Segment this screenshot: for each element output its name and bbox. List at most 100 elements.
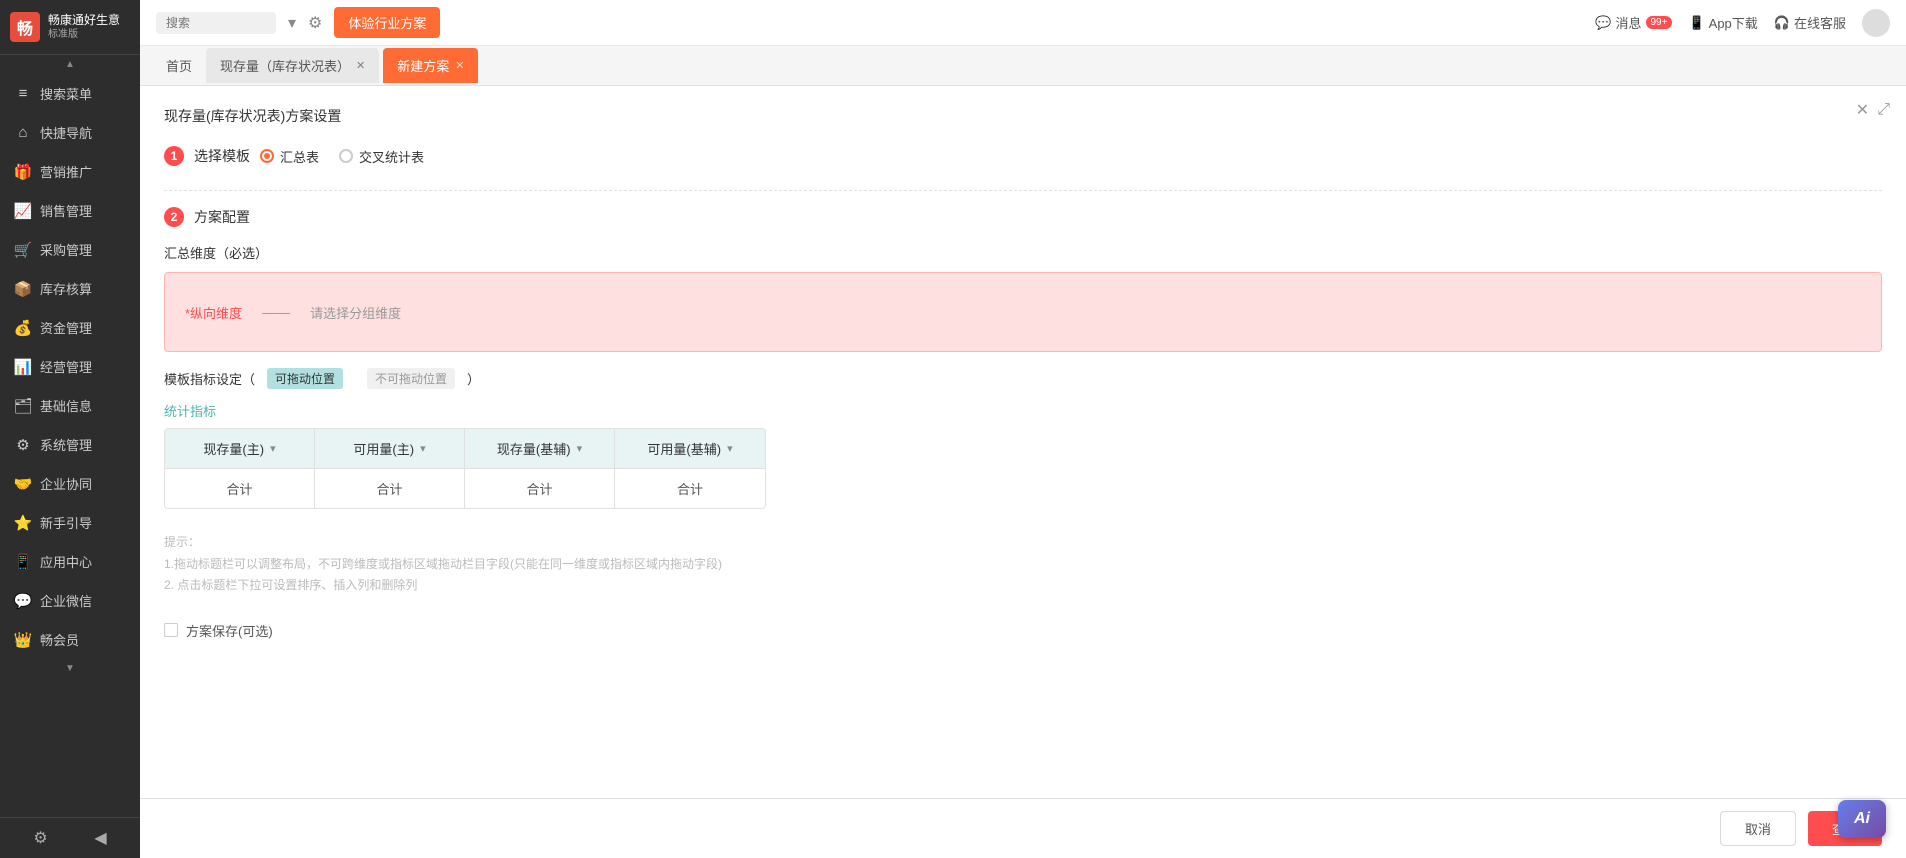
enterprise-icon: 🤝 xyxy=(14,475,32,493)
purchase-icon: 🛒 xyxy=(14,241,32,259)
system-icon: ⚙ xyxy=(14,436,32,454)
sidebar-item-marketing[interactable]: 🎁 营销推广 xyxy=(0,152,140,191)
tabs-bar: 首页 现存量（库存状况表） ✕ 新建方案 ✕ xyxy=(140,46,1906,86)
stats-header-cell-3[interactable]: 可用量(基辅) ▾ xyxy=(615,429,765,468)
stats-header-cell-0[interactable]: 现存量(主) ▾ xyxy=(165,429,315,468)
stats-col-3-dropdown-icon[interactable]: ▾ xyxy=(727,442,733,455)
sidebar-item-finance[interactable]: 💰 资金管理 xyxy=(0,308,140,347)
tab-new-scheme-close[interactable]: ✕ xyxy=(455,59,464,72)
sidebar-scroll-up[interactable]: ▲ xyxy=(0,55,140,74)
content-area: 现存量(库存状况表)方案设置 1 选择模板 汇总表 xyxy=(140,86,1906,798)
sidebar-item-enterprise[interactable]: 🤝 企业协同 xyxy=(0,464,140,503)
stats-col-2-dropdown-icon[interactable]: ▾ xyxy=(577,442,583,455)
sidebar-item-system[interactable]: ⚙ 系统管理 xyxy=(0,425,140,464)
search-menu-icon: ≡ xyxy=(14,85,32,103)
sidebar-item-wechat[interactable]: 💬 企业微信 xyxy=(0,581,140,620)
sidebar-item-member[interactable]: 👑 畅会员 xyxy=(0,620,140,659)
close-panel-icon[interactable]: ✕ xyxy=(1856,100,1869,120)
sidebar-item-label: 快捷导航 xyxy=(40,123,92,142)
section-2-header: 2 方案配置 xyxy=(164,207,1882,227)
app-logo-icon: 畅 xyxy=(10,12,40,42)
indicator-not-draggable-badge: 不可拖动位置 xyxy=(367,368,455,389)
business-icon: 📊 xyxy=(14,358,32,376)
sidebar-item-purchase[interactable]: 🛒 采购管理 xyxy=(0,230,140,269)
online-service-item[interactable]: 🎧 在线客服 xyxy=(1774,13,1846,32)
message-item[interactable]: 💬 消息 99+ xyxy=(1595,13,1672,32)
stats-table-header: 现存量(主) ▾ 可用量(主) ▾ 现存量(基辅) ▾ xyxy=(165,429,765,468)
topbar-search-input[interactable] xyxy=(156,12,276,34)
sidebar-item-label: 企业协同 xyxy=(40,474,92,493)
radio-summary[interactable]: 汇总表 xyxy=(260,147,319,166)
save-checkbox[interactable] xyxy=(164,623,178,637)
sidebar-item-label: 经营管理 xyxy=(40,357,92,376)
tab-inventory-label: 现存量（库存状况表） xyxy=(220,56,350,75)
sidebar-item-guide[interactable]: ⭐ 新手引导 xyxy=(0,503,140,542)
sidebar-item-label: 应用中心 xyxy=(40,552,92,571)
marketing-icon: 🎁 xyxy=(14,163,32,181)
section-1-title: 选择模板 xyxy=(194,146,250,166)
stats-header-cell-2[interactable]: 现存量(基辅) ▾ xyxy=(465,429,615,468)
sidebar-item-label: 资金管理 xyxy=(40,318,92,337)
sidebar-item-label: 采购管理 xyxy=(40,240,92,259)
section-2-number: 2 xyxy=(164,207,184,227)
ai-badge[interactable]: Ai xyxy=(1838,800,1886,838)
message-badge: 99+ xyxy=(1646,16,1673,29)
sales-icon: 📈 xyxy=(14,202,32,220)
indicator-draggable-badge: 可拖动位置 xyxy=(267,368,343,389)
sidebar-item-label: 畅会员 xyxy=(40,630,79,649)
settings-icon[interactable]: ⚙ xyxy=(33,828,47,848)
sidebar-item-basic-info[interactable]: 🗂 基础信息 xyxy=(0,386,140,425)
cancel-button[interactable]: 取消 xyxy=(1720,811,1796,846)
sidebar-item-app-center[interactable]: 📱 应用中心 xyxy=(0,542,140,581)
indicator-close: ） xyxy=(467,369,480,388)
sidebar: 畅 畅康通好生意 标准版 ▲ ≡ 搜索菜单 ⌂ 快捷导航 🎁 营销推广 📈 销售… xyxy=(0,0,140,858)
stats-col-1-label: 可用量(主) xyxy=(353,439,414,458)
content-header-controls: ✕ ⤢ xyxy=(1856,100,1890,120)
sidebar-item-sales[interactable]: 📈 销售管理 xyxy=(0,191,140,230)
sidebar-item-quick-nav[interactable]: ⌂ 快捷导航 xyxy=(0,113,140,152)
radio-summary-circle xyxy=(260,149,274,163)
stats-body-cell-0-2: 合计 xyxy=(465,469,615,508)
tab-new-scheme[interactable]: 新建方案 ✕ xyxy=(383,48,478,83)
section-1-number: 1 xyxy=(164,146,184,166)
expand-icon[interactable]: ⤢ xyxy=(1877,101,1890,119)
message-icon: 💬 xyxy=(1595,15,1611,31)
section-2-title: 方案配置 xyxy=(194,207,250,227)
dimension-placeholder[interactable]: 请选择分组维度 xyxy=(310,303,401,322)
stats-col-1-dropdown-icon[interactable]: ▾ xyxy=(420,442,426,455)
stats-body-cell-0-0: 合计 xyxy=(165,469,315,508)
sidebar-item-label: 系统管理 xyxy=(40,435,92,454)
sidebar-scroll-down[interactable]: ▼ xyxy=(0,659,140,678)
app-download-label: App下载 xyxy=(1709,13,1758,32)
online-service-icon: 🎧 xyxy=(1774,15,1790,31)
topbar-left: ▾ ⚙ 体验行业方案 xyxy=(156,7,440,38)
stats-header-cell-1[interactable]: 可用量(主) ▾ xyxy=(315,429,465,468)
user-avatar[interactable] xyxy=(1862,9,1890,37)
tips-item-0: 1.拖动标题栏可以调整布局，不可跨维度或指标区域拖动栏目字段(只能在同一维度或指… xyxy=(164,554,1882,576)
tab-inventory[interactable]: 现存量（库存状况表） ✕ xyxy=(206,48,379,83)
tab-home[interactable]: 首页 xyxy=(156,48,202,83)
stats-table-body: 合计 合计 合计 合计 xyxy=(165,468,765,508)
sidebar-item-business[interactable]: 📊 经营管理 xyxy=(0,347,140,386)
quick-nav-icon: ⌂ xyxy=(14,124,32,142)
topbar-gear-icon[interactable]: ⚙ xyxy=(308,13,322,33)
dimension-arrow: —— xyxy=(262,304,290,320)
tab-inventory-close[interactable]: ✕ xyxy=(356,59,365,72)
stats-body-cell-0-1: 合计 xyxy=(315,469,465,508)
radio-cross[interactable]: 交叉统计表 xyxy=(339,147,424,166)
experience-industry-button[interactable]: 体验行业方案 xyxy=(334,7,440,38)
app-center-icon: 📱 xyxy=(14,553,32,571)
main-area: ▾ ⚙ 体验行业方案 💬 消息 99+ 📱 App下载 🎧 在线客服 首页 xyxy=(140,0,1906,858)
app-name: 畅康通好生意 标准版 xyxy=(48,13,120,42)
sidebar-item-label: 新手引导 xyxy=(40,513,92,532)
sound-icon[interactable]: ◀ xyxy=(94,828,106,848)
stats-body-cell-0-3: 合计 xyxy=(615,469,765,508)
sidebar-item-inventory[interactable]: 📦 库存核算 xyxy=(0,269,140,308)
section-1: 1 选择模板 汇总表 交叉统计表 xyxy=(164,146,1882,166)
topbar-settings-icon[interactable]: ▾ xyxy=(288,13,296,33)
app-download-item[interactable]: 📱 App下载 xyxy=(1688,13,1757,32)
stats-col-0-dropdown-icon[interactable]: ▾ xyxy=(270,442,276,455)
sidebar-item-search-menu[interactable]: ≡ 搜索菜单 xyxy=(0,74,140,113)
dimension-box: *纵向维度 —— 请选择分组维度 xyxy=(164,272,1882,352)
guide-icon: ⭐ xyxy=(14,514,32,532)
